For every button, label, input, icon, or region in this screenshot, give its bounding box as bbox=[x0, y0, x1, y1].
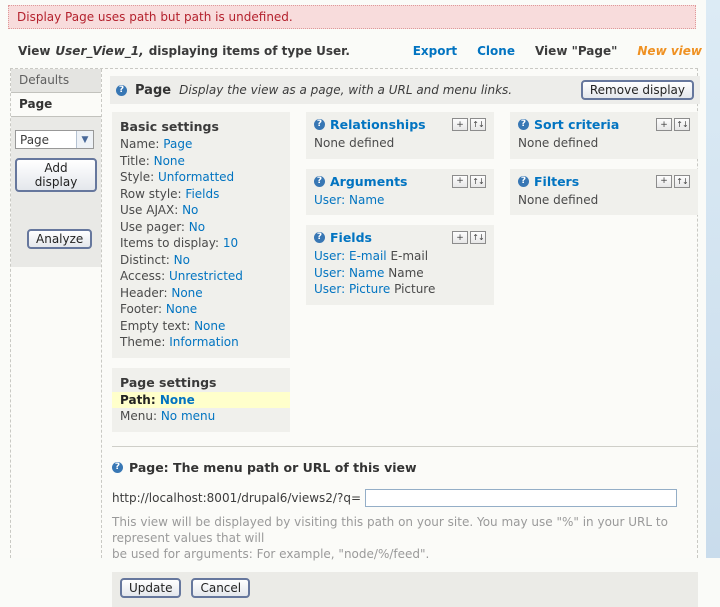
new-view-link[interactable]: New view bbox=[637, 44, 702, 58]
view-header: View User_View_1, displaying items of ty… bbox=[18, 44, 702, 58]
sidebar-tab-page[interactable]: Page bbox=[11, 93, 101, 117]
basic-settings-box: Basic settings Name: Page Title: None St… bbox=[112, 112, 290, 358]
fields-box: ? Fields + ↑↓ User: E-mail E-mail User: … bbox=[306, 225, 494, 305]
view-header-prefix: View bbox=[18, 44, 51, 58]
setting-theme: Theme: Information bbox=[120, 335, 239, 349]
filters-empty: None defined bbox=[518, 192, 599, 207]
help-icon[interactable]: ? bbox=[518, 119, 529, 130]
arguments-title[interactable]: Arguments bbox=[330, 174, 408, 189]
display-description: Display the view as a page, with a URL a… bbox=[179, 83, 513, 97]
analyze-button[interactable]: Analyze bbox=[27, 229, 93, 249]
rearrange-icon[interactable]: ↑↓ bbox=[674, 118, 690, 131]
add-icon[interactable]: + bbox=[656, 118, 672, 131]
path-form-title-text: Page: The menu path or URL of this view bbox=[129, 459, 417, 475]
display-type-select[interactable]: Page ▼ bbox=[15, 130, 94, 149]
setting-items-to-display: Items to display: 10 bbox=[120, 236, 239, 250]
path-form: ? Page: The menu path or URL of this vie… bbox=[110, 447, 700, 607]
path-input[interactable] bbox=[365, 488, 677, 507]
error-message: Display Page uses path but path is undef… bbox=[8, 5, 696, 29]
add-display-button[interactable]: Add display bbox=[15, 158, 97, 192]
relationships-title[interactable]: Relationships bbox=[330, 117, 426, 132]
setting-menu: Menu: No menu bbox=[120, 409, 216, 423]
field-item: User: Picture Picture bbox=[314, 282, 436, 296]
chevron-down-icon: ▼ bbox=[76, 131, 93, 148]
fields-title[interactable]: Fields bbox=[330, 230, 372, 245]
help-icon[interactable]: ? bbox=[314, 119, 325, 130]
form-actions: Update Cancel bbox=[112, 571, 698, 607]
rearrange-icon[interactable]: ↑↓ bbox=[674, 174, 690, 188]
setting-empty-text: Empty text: None bbox=[120, 318, 226, 333]
page-settings-title: Page settings bbox=[120, 374, 217, 390]
field-item: User: E-mail E-mail bbox=[314, 249, 429, 263]
add-icon[interactable]: + bbox=[452, 231, 468, 244]
middle-column: ? Relationships + ↑↓ None defined ? Argu… bbox=[306, 112, 494, 315]
filters-title[interactable]: Filters bbox=[534, 174, 579, 189]
display-title: Page bbox=[135, 82, 172, 98]
filters-box: ? Filters + ↑↓ None defined bbox=[510, 168, 698, 215]
sidebar-tab-defaults-label: Defaults bbox=[19, 73, 70, 87]
header-links: Export Clone View "Page" New view bbox=[413, 44, 702, 58]
display-type-select-value: Page bbox=[20, 132, 50, 147]
help-icon[interactable]: ? bbox=[314, 232, 325, 243]
page-edge-strip bbox=[706, 0, 720, 558]
settings-columns: Basic settings Name: Page Title: None St… bbox=[110, 104, 700, 442]
sort-criteria-empty: None defined bbox=[518, 136, 599, 150]
clone-link[interactable]: Clone bbox=[477, 44, 515, 58]
rearrange-icon[interactable]: ↑↓ bbox=[470, 118, 486, 131]
relationships-box: ? Relationships + ↑↓ None defined bbox=[306, 112, 494, 159]
setting-path: Path: None bbox=[112, 391, 290, 408]
view-name: User_View_1, bbox=[55, 44, 144, 58]
help-icon[interactable]: ? bbox=[112, 461, 123, 473]
sidebar-tab-defaults[interactable]: Defaults bbox=[11, 69, 101, 93]
error-message-text: Display Page uses path but path is undef… bbox=[17, 10, 293, 24]
help-icon[interactable]: ? bbox=[116, 84, 127, 96]
display-main-panel: ? Page Display the view as a page, with … bbox=[101, 69, 708, 607]
help-icon[interactable]: ? bbox=[314, 175, 325, 187]
sort-criteria-title[interactable]: Sort criteria bbox=[534, 117, 619, 132]
remove-display-button[interactable]: Remove display bbox=[580, 80, 694, 100]
rearrange-icon[interactable]: ↑↓ bbox=[470, 174, 486, 188]
setting-name: Name: Page bbox=[120, 137, 193, 151]
path-form-title: ? Page: The menu path or URL of this vie… bbox=[112, 460, 698, 475]
sidebar-tab-page-label: Page bbox=[19, 97, 53, 111]
help-icon[interactable]: ? bbox=[518, 175, 529, 187]
basic-settings-column: Basic settings Name: Page Title: None St… bbox=[112, 112, 290, 442]
cancel-button[interactable]: Cancel bbox=[191, 577, 251, 598]
relationships-empty: None defined bbox=[314, 136, 395, 150]
path-description: This view will be displayed by visiting … bbox=[112, 514, 668, 561]
field-item: User: Name Name bbox=[314, 265, 424, 280]
right-column: ? Sort criteria + ↑↓ None defined ? Filt… bbox=[510, 112, 698, 225]
sidebar-controls: Page ▼ Add display Analyze bbox=[11, 117, 101, 267]
url-prefix: http://localhost:8001/drupal6/views2/?q= bbox=[112, 490, 361, 505]
setting-use-ajax: Use AJAX: No bbox=[120, 203, 199, 217]
url-row: http://localhost:8001/drupal6/views2/?q= bbox=[112, 488, 698, 507]
display-overview-bar: ? Page Display the view as a page, with … bbox=[110, 76, 700, 104]
setting-style: Style: Unformatted bbox=[120, 170, 235, 184]
setting-access: Access: Unrestricted bbox=[120, 269, 243, 283]
add-icon[interactable]: + bbox=[656, 174, 672, 188]
setting-title: Title: None bbox=[120, 153, 185, 168]
update-button[interactable]: Update bbox=[120, 577, 182, 598]
add-icon[interactable]: + bbox=[452, 118, 468, 131]
setting-footer: Footer: None bbox=[120, 302, 198, 316]
setting-header: Header: None bbox=[120, 285, 203, 300]
sort-criteria-box: ? Sort criteria + ↑↓ None defined bbox=[510, 112, 698, 159]
setting-distinct: Distinct: No bbox=[120, 252, 190, 267]
page-settings-box: Page settings Path: None Menu: No menu bbox=[112, 367, 290, 432]
view-page-link[interactable]: View "Page" bbox=[535, 44, 617, 58]
rearrange-icon[interactable]: ↑↓ bbox=[470, 231, 486, 244]
argument-item: User: Name bbox=[314, 192, 385, 207]
setting-use-pager: Use pager: No bbox=[120, 219, 206, 234]
display-sidebar: Defaults Page Page ▼ Add display Analyze bbox=[11, 69, 101, 558]
export-link[interactable]: Export bbox=[413, 44, 457, 58]
arguments-box: ? Arguments + ↑↓ User: Name bbox=[306, 168, 494, 215]
view-header-suffix: displaying items of type User. bbox=[148, 44, 350, 58]
basic-settings-title: Basic settings bbox=[120, 119, 219, 134]
add-icon[interactable]: + bbox=[452, 174, 468, 188]
views-ui-container: Defaults Page Page ▼ Add display Analyze… bbox=[10, 68, 700, 607]
setting-row-style: Row style: Fields bbox=[120, 186, 220, 201]
